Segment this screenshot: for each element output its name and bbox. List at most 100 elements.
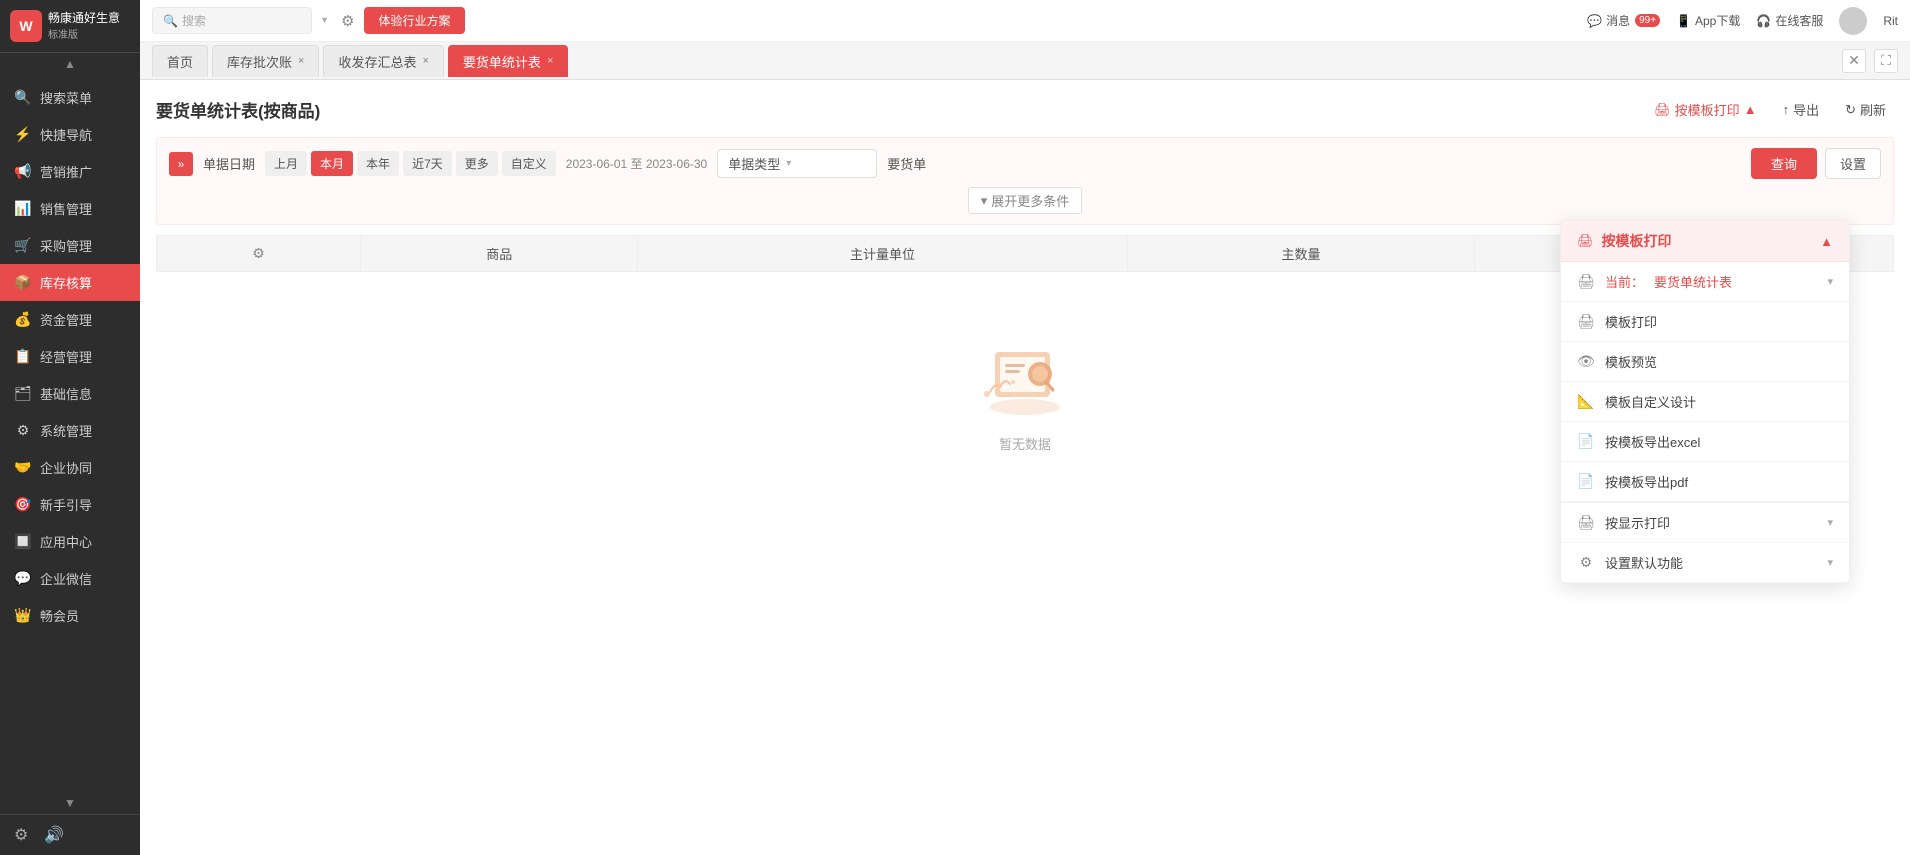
export-pdf-label: 按模板导出pdf <box>1605 472 1688 491</box>
basic-icon: 🗂 <box>14 385 32 402</box>
expand-icon: ▾ <box>981 193 988 209</box>
sidebar-item-sales[interactable]: 📊 销售管理 <box>0 190 140 227</box>
username-label: Rit <box>1883 14 1898 28</box>
tab-order-stats[interactable]: 要货单统计表 × <box>448 45 568 77</box>
tab-order-stats-close[interactable]: × <box>547 56 553 67</box>
trial-button[interactable]: 体验行业方案 <box>364 7 464 34</box>
sidebar-item-wechat[interactable]: 💬 企业微信 <box>0 560 140 597</box>
tab-collection-close[interactable]: × <box>422 56 428 67</box>
sidebar-item-basic[interactable]: 🗂 基础信息 <box>0 375 140 412</box>
filter-date-7days[interactable]: 近7天 <box>403 151 452 176</box>
guide-icon: 🎯 <box>14 496 32 513</box>
display-print-arrow: ▾ <box>1827 516 1833 529</box>
sidebar-item-shortcut[interactable]: ⚡ 快捷导航 <box>0 116 140 153</box>
print-dropdown-icon: 🖨 <box>1577 233 1594 249</box>
app-download-btn[interactable]: 📱 App下载 <box>1676 12 1740 29</box>
print-icon: 🖨 <box>1654 102 1671 118</box>
refresh-btn[interactable]: ↻ 刷新 <box>1837 96 1894 123</box>
sidebar-item-apps[interactable]: 🔲 应用中心 <box>0 523 140 560</box>
sidebar-item-label: 系统管理 <box>40 421 92 440</box>
dropdown-template-design[interactable]: 📐 模板自定义设计 <box>1561 382 1849 422</box>
setting-button[interactable]: 设置 <box>1825 148 1881 179</box>
tab-batch-close[interactable]: × <box>298 56 304 67</box>
messages-btn[interactable]: 💬 消息 99+ <box>1587 12 1660 29</box>
default-func-arrow: ▾ <box>1827 556 1833 569</box>
export-excel-label: 按模板导出excel <box>1605 432 1700 451</box>
filter-date-prev-month[interactable]: 上月 <box>265 151 307 176</box>
topbar-gear-icon[interactable]: ⚙ <box>341 12 354 30</box>
filter-type-arrow: ▾ <box>786 158 791 169</box>
page-actions: 🖨 按模板打印 ▲ ↑ 导出 ↻ 刷新 <box>1646 96 1894 123</box>
query-button[interactable]: 查询 <box>1751 148 1817 179</box>
filter-type-select[interactable]: 单据类型 ▾ <box>717 149 877 178</box>
sidebar-item-operation[interactable]: 📋 经营管理 <box>0 338 140 375</box>
print-dropdown-menu: 🖨 按模板打印 ▲ 🖨 当前： 要货单统计表 ▾ 🖨 模板打印 👁 模板预览 <box>1560 220 1850 584</box>
message-icon: 💬 <box>1587 14 1602 28</box>
user-avatar[interactable] <box>1839 7 1867 35</box>
tab-collection[interactable]: 收发存汇总表 × <box>323 45 443 77</box>
app-download-label: App下载 <box>1695 12 1740 29</box>
sidebar-item-marketing[interactable]: 📢 营销推广 <box>0 153 140 190</box>
expand-label: 展开更多条件 <box>991 191 1069 210</box>
search-icon: 🔍 <box>14 89 32 106</box>
sidebar-scroll-up[interactable]: ▲ <box>0 53 140 75</box>
filter-date-more[interactable]: 更多 <box>456 151 498 176</box>
sidebar-item-member[interactable]: 👑 畅会员 <box>0 597 140 634</box>
refresh-label: 刷新 <box>1860 100 1886 119</box>
template-print-label: 模板打印 <box>1605 312 1657 331</box>
tabs-close-btn[interactable]: ✕ <box>1842 49 1866 73</box>
dropdown-export-excel[interactable]: 📄 按模板导出excel <box>1561 422 1849 462</box>
sidebar-item-label: 搜索菜单 <box>40 88 92 107</box>
more-filters-bar: ▾ 展开更多条件 <box>169 187 1881 214</box>
sales-icon: 📊 <box>14 200 32 217</box>
dropdown-template-print[interactable]: 🖨 模板打印 <box>1561 302 1849 342</box>
wechat-icon: 💬 <box>14 570 32 587</box>
sidebar-item-label: 基础信息 <box>40 384 92 403</box>
sidebar-item-system[interactable]: ⚙ 系统管理 <box>0 412 140 449</box>
table-settings-icon[interactable]: ⚙ <box>252 245 265 261</box>
template-preview-icon: 👁 <box>1577 353 1595 370</box>
col-product: 商品 <box>361 236 638 272</box>
messages-badge: 99+ <box>1635 14 1660 27</box>
search-dropdown-icon[interactable]: ▾ <box>322 15 327 26</box>
search-icon: 🔍 <box>163 14 178 28</box>
settings-icon[interactable]: ⚙ <box>14 825 28 845</box>
search-box[interactable]: 🔍 搜索 <box>152 7 312 34</box>
dropdown-expand-icon[interactable]: ▲ <box>1820 234 1833 249</box>
main-area: 🔍 搜索 ▾ ⚙ 体验行业方案 💬 消息 99+ 📱 App下载 🎧 在线客服 … <box>140 0 1910 855</box>
sidebar-item-corp[interactable]: 🤝 企业协同 <box>0 449 140 486</box>
tab-order-stats-label: 要货单统计表 <box>463 52 541 71</box>
purchase-icon: 🛒 <box>14 237 32 254</box>
col-settings[interactable]: ⚙ <box>157 236 361 272</box>
dropdown-display-print[interactable]: 🖨 按显示打印 ▾ <box>1561 503 1849 543</box>
tab-batch[interactable]: 库存批次账 × <box>212 45 319 77</box>
sidebar-item-inventory[interactable]: 📦 库存核算 <box>0 264 140 301</box>
sidebar-item-search[interactable]: 🔍 搜索菜单 <box>0 79 140 116</box>
sidebar-item-guide[interactable]: 🎯 新手引导 <box>0 486 140 523</box>
filter-expand-icon[interactable]: » <box>169 152 193 176</box>
print-template-btn[interactable]: 🖨 按模板打印 ▲ <box>1646 96 1764 123</box>
sound-icon[interactable]: 🔊 <box>44 825 64 845</box>
sidebar-nav: 🔍 搜索菜单 ⚡ 快捷导航 📢 营销推广 📊 销售管理 🛒 采购管理 📦 库存核… <box>0 75 140 792</box>
sidebar-item-finance[interactable]: 💰 资金管理 <box>0 301 140 338</box>
dropdown-default-func[interactable]: ⚙ 设置默认功能 ▾ <box>1561 543 1849 583</box>
sidebar-item-label: 应用中心 <box>40 532 92 551</box>
print-label: 按模板打印 <box>1675 100 1740 119</box>
tabs-maximize-btn[interactable]: ⛶ <box>1874 49 1898 73</box>
tab-home[interactable]: 首页 <box>152 45 208 77</box>
sidebar-item-label: 畅会员 <box>40 606 79 625</box>
filter-date-custom[interactable]: 自定义 <box>502 151 556 176</box>
expand-more-button[interactable]: ▾ 展开更多条件 <box>968 187 1083 214</box>
sidebar-item-purchase[interactable]: 🛒 采购管理 <box>0 227 140 264</box>
export-btn[interactable]: ↑ 导出 <box>1775 96 1828 123</box>
dropdown-template-preview[interactable]: 👁 模板预览 <box>1561 342 1849 382</box>
dropdown-export-pdf[interactable]: 📄 按模板导出pdf <box>1561 462 1849 502</box>
online-support-btn[interactable]: 🎧 在线客服 <box>1756 12 1823 29</box>
date-filter-label: 单据日期 <box>203 154 255 173</box>
col-unit: 主计量单位 <box>638 236 1127 272</box>
marketing-icon: 📢 <box>14 163 32 180</box>
filter-date-cur-month[interactable]: 本月 <box>311 151 353 176</box>
filter-date-cur-year[interactable]: 本年 <box>357 151 399 176</box>
dropdown-current[interactable]: 🖨 当前： 要货单统计表 ▾ <box>1561 262 1849 302</box>
sidebar-scroll-down[interactable]: ▼ <box>0 792 140 814</box>
